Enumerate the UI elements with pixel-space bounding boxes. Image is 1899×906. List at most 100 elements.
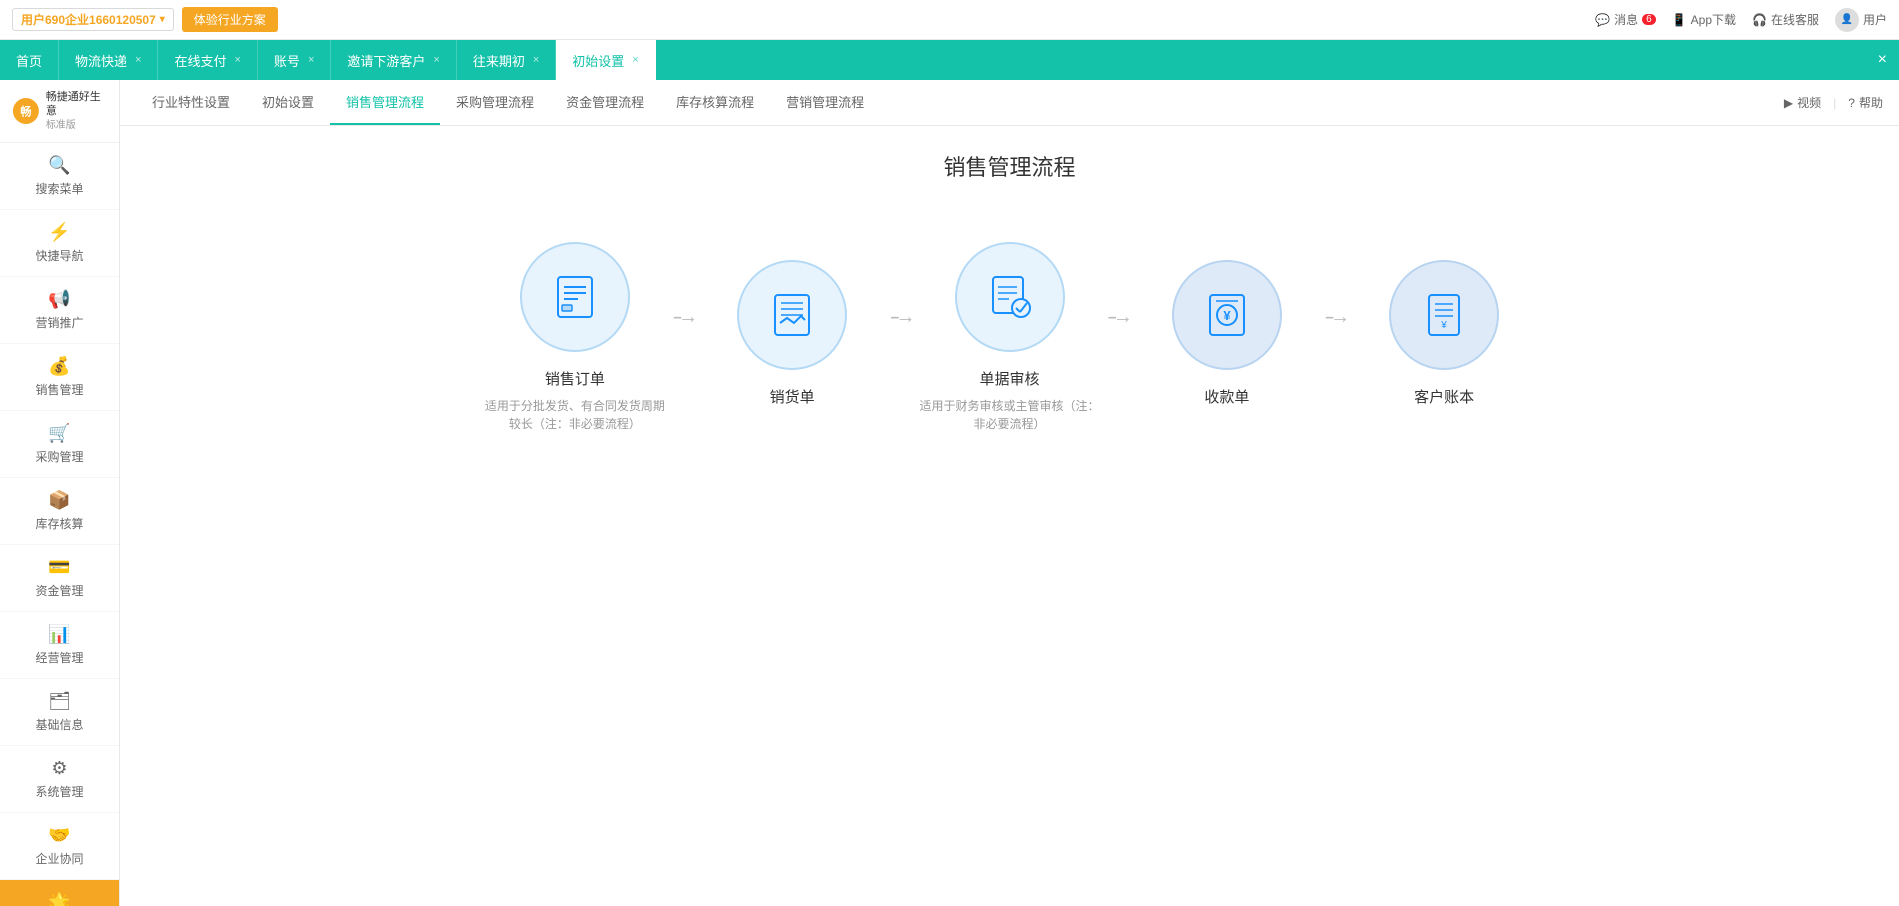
close-logistics-icon[interactable]: ×: [135, 54, 141, 66]
marketing-icon: 📢: [48, 289, 70, 310]
subtab-init[interactable]: 初始设置: [246, 80, 330, 125]
flow-circle-receipt: ¥: [1172, 260, 1282, 370]
sidebar-operation-label: 经营管理: [35, 649, 83, 666]
tab-init[interactable]: 初始设置 ×: [556, 40, 655, 80]
sidebar-marketing-label: 营销推广: [35, 314, 83, 331]
close-init-icon[interactable]: ×: [632, 54, 638, 66]
page-content: 销售管理流程 销售订单 适用于分批发货、有合同: [120, 126, 1899, 906]
search-icon: 🔍: [48, 155, 70, 176]
subtab-industry[interactable]: 行业特性设置: [136, 80, 246, 125]
tab-init-label: 初始设置: [572, 51, 624, 70]
close-payment-icon[interactable]: ×: [234, 54, 240, 66]
sidebar-item-marketing[interactable]: 📢 营销推广: [0, 277, 119, 344]
sidebar-item-purchase[interactable]: 🛒 采购管理: [0, 411, 119, 478]
subtab-purchase-flow-label: 采购管理流程: [456, 95, 534, 110]
top-bar: 用户690企业1660120507 ▾ 体验行业方案 💬 消息 6 📱 App下…: [0, 0, 1899, 40]
subtab-finance-flow[interactable]: 资金管理流程: [550, 80, 660, 125]
help-label: 帮助: [1859, 94, 1883, 111]
sidebar-inventory-label: 库存核算: [35, 515, 83, 532]
page-title: 销售管理流程: [144, 150, 1875, 182]
flow-circle-audit: [955, 242, 1065, 352]
app-icon: 📱: [1672, 13, 1687, 27]
basic-icon: 🗂: [48, 691, 71, 712]
flow-arrow-4: --→: [1325, 306, 1346, 369]
avatar: 👤: [1835, 8, 1859, 32]
sidebar-item-system[interactable]: ⚙ 系统管理: [0, 746, 119, 813]
flow-step-desc-sales-order: 适用于分批发货、有合同发货周期较长（注：非必要流程）: [485, 397, 665, 433]
sidebar-item-finance[interactable]: 💳 资金管理: [0, 545, 119, 612]
top-bar-right: 💬 消息 6 📱 App下载 🎧 在线客服 👤 用户: [1595, 8, 1887, 32]
sidebar-item-inventory[interactable]: 📦 库存核算: [0, 478, 119, 545]
flow-step-audit[interactable]: 单据审核 适用于财务审核或主管审核（注：非必要流程）: [920, 242, 1100, 433]
message-item[interactable]: 💬 消息 6: [1595, 11, 1656, 28]
help-item[interactable]: ? 帮助: [1848, 94, 1883, 111]
flow-step-receipt[interactable]: ¥ 收款单: [1137, 260, 1317, 415]
tab-payment[interactable]: 在线支付 ×: [158, 40, 257, 80]
sidebar-item-search[interactable]: 🔍 搜索菜单: [0, 143, 119, 210]
sales-icon: 💰: [48, 356, 70, 377]
tab-logistics[interactable]: 物流快递 ×: [59, 40, 158, 80]
sidebar-item-newguide[interactable]: 🌟 新手引导: [0, 880, 119, 906]
message-icon: 💬: [1595, 13, 1610, 27]
flow-circle-sales-order: [520, 242, 630, 352]
sidebar-item-quicknav[interactable]: ⚡ 快捷导航: [0, 210, 119, 277]
newguide-icon: 🌟: [48, 892, 70, 906]
help-icon: ?: [1848, 96, 1855, 110]
tab-period[interactable]: 往来期初 ×: [457, 40, 556, 80]
flow-step-name-audit: 单据审核: [979, 368, 1039, 389]
sidebar-basic-label: 基础信息: [35, 716, 83, 733]
sidebar-logo: 畅 畅捷通好生意 标准版: [0, 80, 119, 143]
tab-invite[interactable]: 邀请下游客户 ×: [331, 40, 456, 80]
flow-step-desc-audit: 适用于财务审核或主管审核（注：非必要流程）: [920, 397, 1100, 433]
try-industry-button[interactable]: 体验行业方案: [182, 7, 278, 32]
video-icon: ▶: [1784, 96, 1793, 110]
logo-sub: 标准版: [46, 119, 107, 132]
close-period-icon[interactable]: ×: [533, 54, 539, 66]
subtab-init-label: 初始设置: [262, 95, 314, 110]
flow-arrow-1: --→: [673, 306, 694, 369]
tab-period-label: 往来期初: [473, 51, 525, 70]
subtab-sales-flow[interactable]: 销售管理流程: [330, 80, 440, 125]
finance-icon: 💳: [48, 557, 70, 578]
flow-step-name-delivery: 销货单: [770, 386, 815, 407]
app-label: App下载: [1691, 11, 1736, 28]
close-invite-icon[interactable]: ×: [433, 54, 439, 66]
flow-arrow-2: --→: [890, 306, 911, 369]
message-label: 消息: [1614, 11, 1638, 28]
subtab-inventory-flow-label: 库存核算流程: [676, 95, 754, 110]
chevron-down-icon: ▾: [160, 14, 165, 25]
app-download-item[interactable]: 📱 App下载: [1672, 11, 1736, 28]
tab-account[interactable]: 账号 ×: [258, 40, 331, 80]
tab-home[interactable]: 首页: [0, 40, 59, 80]
user-avatar-item[interactable]: 👤 用户: [1835, 8, 1887, 32]
close-account-icon[interactable]: ×: [308, 54, 314, 66]
subtab-inventory-flow[interactable]: 库存核算流程: [660, 80, 770, 125]
flow-step-account[interactable]: ¥ 客户账本: [1354, 260, 1534, 415]
flow-step-delivery[interactable]: 销货单: [702, 260, 882, 415]
video-help-item[interactable]: ▶ 视频: [1784, 94, 1821, 111]
subtab-purchase-flow[interactable]: 采购管理流程: [440, 80, 550, 125]
tab-logistics-label: 物流快递: [75, 51, 127, 70]
sidebar-item-sales[interactable]: 💰 销售管理: [0, 344, 119, 411]
flow-step-sales-order[interactable]: 销售订单 适用于分批发货、有合同发货周期较长（注：非必要流程）: [485, 242, 665, 433]
sidebar-quicknav-label: 快捷导航: [35, 247, 83, 264]
tab-invite-label: 邀请下游客户: [347, 51, 425, 70]
video-label: 视频: [1797, 94, 1821, 111]
sidebar-item-collab[interactable]: 🤝 企业协同: [0, 813, 119, 880]
nav-close-button[interactable]: ×: [1866, 40, 1899, 80]
main-body: 畅 畅捷通好生意 标准版 🔍 搜索菜单 ⚡ 快捷导航 📢 营销推广 💰 销售管理…: [0, 80, 1899, 906]
top-bar-left: 用户690企业1660120507 ▾ 体验行业方案: [12, 7, 278, 32]
subtab-marketing-flow[interactable]: 营销管理流程: [770, 80, 880, 125]
sidebar-item-operation[interactable]: 📊 经营管理: [0, 612, 119, 679]
logo-icon: 畅: [12, 96, 40, 126]
sub-tab-right: ▶ 视频 | ? 帮助: [1784, 94, 1883, 111]
username-label: 用户: [1863, 11, 1887, 28]
flow-diagram: 销售订单 适用于分批发货、有合同发货周期较长（注：非必要流程） --→: [144, 242, 1875, 433]
online-service-item[interactable]: 🎧 在线客服: [1752, 11, 1819, 28]
svg-text:¥: ¥: [1223, 308, 1231, 323]
sidebar-item-basic[interactable]: 🗂 基础信息: [0, 679, 119, 746]
sidebar-collab-label: 企业协同: [35, 850, 83, 867]
service-label: 在线客服: [1771, 11, 1819, 28]
logo-title: 畅捷通好生意: [46, 90, 107, 119]
user-selector[interactable]: 用户690企业1660120507 ▾: [12, 8, 174, 31]
